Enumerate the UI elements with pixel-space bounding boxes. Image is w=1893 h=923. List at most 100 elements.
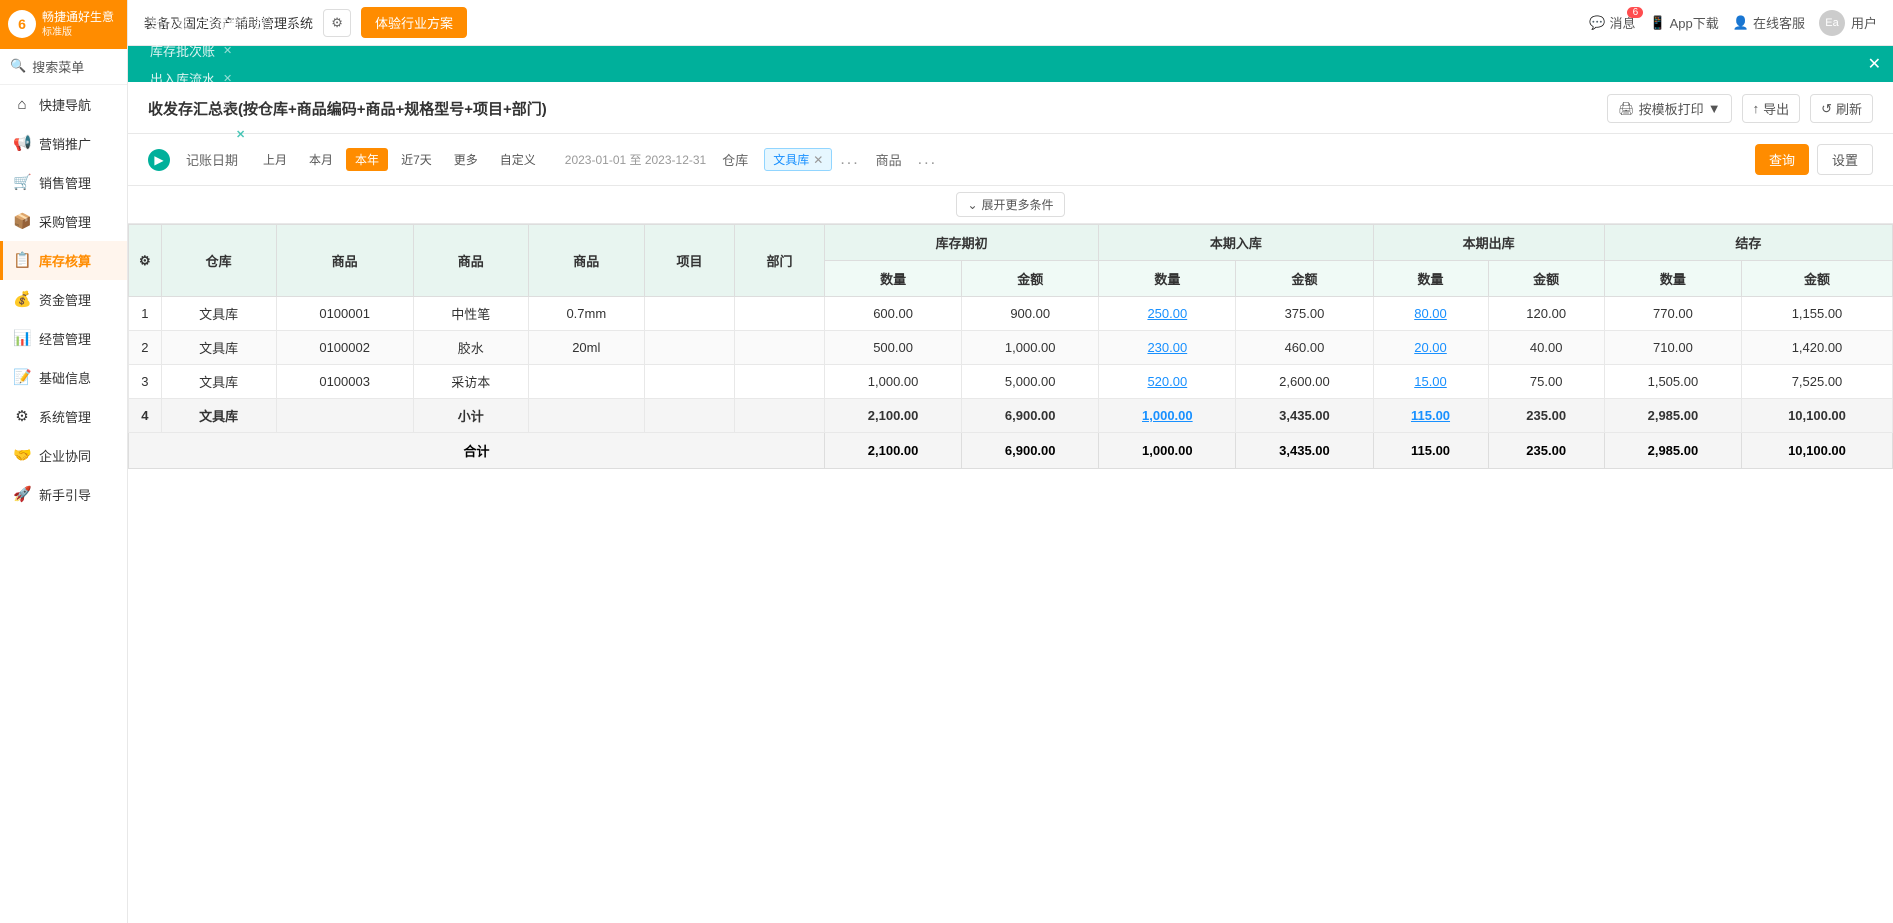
goods-more[interactable]: ...	[918, 151, 937, 169]
out-qty-link[interactable]: 20.00	[1414, 340, 1447, 355]
print-button[interactable]: 🖨 按模板打印 ▼	[1607, 94, 1731, 123]
gear-button[interactable]: ⚙	[323, 9, 351, 37]
export-icon: ↑	[1753, 101, 1760, 116]
out-qty-link[interactable]: 80.00	[1414, 306, 1447, 321]
col-out-stock: 本期出库	[1373, 225, 1604, 261]
col-project: 项目	[644, 225, 734, 297]
cell-warehouse: 文具库	[161, 399, 276, 433]
warehouse-tag-remove[interactable]: ✕	[813, 153, 823, 167]
col-out-amt: 金额	[1488, 261, 1604, 297]
filter-toggle[interactable]: ▶	[148, 149, 170, 171]
cell-open-amt: 900.00	[962, 297, 1099, 331]
tab-inventory-dist[interactable]: 现存量（库存分布表）✕	[136, 8, 311, 36]
date-filter-label: 记账日期	[186, 150, 238, 169]
warehouse-filter: 文具库 ✕ ...	[764, 148, 859, 171]
online-service-item[interactable]: 👤 在线客服	[1733, 13, 1805, 32]
date-btn-自定义[interactable]: 自定义	[491, 148, 545, 171]
sidebar-item-inventory[interactable]: 📋 库存核算	[0, 241, 127, 280]
sidebar-item-system[interactable]: ⚙ 系统管理	[0, 397, 127, 436]
date-btn-更多[interactable]: 更多	[445, 148, 487, 171]
tab-close-stock-summary[interactable]: ✕	[236, 128, 245, 141]
sidebar-item-finance[interactable]: 💰 资金管理	[0, 280, 127, 319]
message-item[interactable]: 💬 消息 6	[1589, 13, 1635, 32]
out-qty-link[interactable]: 15.00	[1414, 374, 1447, 389]
in-qty-link[interactable]: 520.00	[1147, 374, 1187, 389]
cell-code: 0100003	[276, 365, 413, 399]
table-settings-icon[interactable]: ⚙	[129, 225, 162, 297]
page-actions: 🖨 按模板打印 ▼ ↑ 导出 ↺ 刷新	[1607, 94, 1873, 123]
app-download-item[interactable]: 📱 App下载	[1649, 13, 1718, 32]
cell-code: 0100001	[276, 297, 413, 331]
warehouse-tag[interactable]: 文具库 ✕	[764, 148, 832, 171]
app-label: App下载	[1670, 13, 1719, 32]
sidebar: 6 畅捷通好生意 标准版 🔍 搜索菜单 ⌂ 快捷导航 📢 营销推广 🛒 销售管理…	[0, 0, 128, 923]
top-header: 装备及固定资产辅助管理系统 ⚙ 体验行业方案 💬 消息 6 📱 App下载 👤 …	[128, 0, 1893, 46]
col-open-qty: 数量	[825, 261, 962, 297]
header-right: 💬 消息 6 📱 App下载 👤 在线客服 Ea 用户	[1589, 10, 1877, 36]
date-btn-近7天[interactable]: 近7天	[392, 148, 441, 171]
cell-no: 2	[129, 331, 162, 365]
cell-dept	[734, 331, 824, 365]
cell-bal-qty: 710.00	[1604, 331, 1741, 365]
trial-button[interactable]: 体验行业方案	[361, 7, 467, 38]
main-content: 装备及固定资产辅助管理系统 ⚙ 体验行业方案 💬 消息 6 📱 App下载 👤 …	[128, 0, 1893, 923]
expand-button[interactable]: ⌄ 展开更多条件	[956, 192, 1064, 217]
sidebar-item-sales[interactable]: 🛒 销售管理	[0, 163, 127, 202]
table-row: 3 文具库 0100003 采访本 1,000.00 5,000.00 520.…	[129, 365, 1893, 399]
user-item[interactable]: Ea 用户	[1819, 10, 1877, 36]
cell-project	[644, 399, 734, 433]
cell-no: 1	[129, 297, 162, 331]
cell-warehouse: 文具库	[161, 297, 276, 331]
search-menu[interactable]: 🔍 搜索菜单	[0, 49, 127, 85]
tab-close-in-out-flow[interactable]: ✕	[223, 72, 232, 85]
sidebar-item-basic[interactable]: 📝 基础信息	[0, 358, 127, 397]
sidebar-item-newbie[interactable]: 🚀 新手引导	[0, 475, 127, 514]
in-qty-link[interactable]: 1,000.00	[1142, 408, 1193, 423]
query-button[interactable]: 查询	[1755, 144, 1809, 175]
nav-label-purchase: 采购管理	[39, 212, 91, 231]
filter-settings-button[interactable]: 设置	[1817, 144, 1873, 175]
cell-bal-qty: 1,505.00	[1604, 365, 1741, 399]
cell-out-amt: 235.00	[1488, 399, 1604, 433]
tab-close-in-out-summary[interactable]: ✕	[223, 100, 232, 113]
sidebar-item-marketing[interactable]: 📢 营销推广	[0, 124, 127, 163]
sidebar-item-enterprise[interactable]: 🤝 企业协同	[0, 436, 127, 475]
sidebar-item-operation[interactable]: 📊 经营管理	[0, 319, 127, 358]
refresh-button[interactable]: ↺ 刷新	[1810, 94, 1873, 123]
cell-spec: 20ml	[528, 331, 644, 365]
tab-bar-close[interactable]: ✕	[1864, 54, 1885, 74]
nav-label-quick-nav: 快捷导航	[39, 95, 91, 114]
tab-home[interactable]: 首页	[136, 0, 311, 8]
warehouse-more[interactable]: ...	[840, 151, 859, 169]
in-qty-link[interactable]: 230.00	[1147, 340, 1187, 355]
print-label: 按模板打印	[1639, 99, 1704, 118]
sidebar-item-quick-nav[interactable]: ⌂ 快捷导航	[0, 85, 127, 124]
export-button[interactable]: ↑ 导出	[1742, 94, 1801, 123]
sidebar-logo[interactable]: 6 畅捷通好生意 标准版	[0, 0, 127, 49]
tab-batch-account[interactable]: 库存批次账✕	[136, 36, 311, 64]
cell-bal-amt: 7,525.00	[1741, 365, 1892, 399]
nav-label-inventory: 库存核算	[39, 251, 91, 270]
cell-open-amt: 6,900.00	[962, 399, 1099, 433]
in-qty-link[interactable]: 250.00	[1147, 306, 1187, 321]
footer-out-amt: 235.00	[1488, 433, 1604, 469]
tab-close-batch-account[interactable]: ✕	[223, 44, 232, 57]
date-btn-本月[interactable]: 本月	[300, 148, 342, 171]
col-bal-amt: 金额	[1741, 261, 1892, 297]
nav-icon-newbie: 🚀	[13, 485, 31, 503]
goods-filter-label: 商品	[876, 150, 902, 169]
cell-project	[644, 365, 734, 399]
nav-label-newbie: 新手引导	[39, 485, 91, 504]
refresh-icon: ↺	[1821, 101, 1832, 117]
tab-close-inventory-dist[interactable]: ✕	[288, 16, 297, 29]
warehouse-tag-text: 文具库	[773, 151, 809, 168]
sidebar-item-purchase[interactable]: 📦 采购管理	[0, 202, 127, 241]
out-qty-link[interactable]: 115.00	[1411, 408, 1450, 423]
nav-label-basic: 基础信息	[39, 368, 91, 387]
date-btn-本年[interactable]: 本年	[346, 148, 388, 171]
cell-in-qty: 230.00	[1099, 331, 1236, 365]
col-in-amt: 金额	[1236, 261, 1373, 297]
date-btn-上月[interactable]: 上月	[254, 148, 296, 171]
col-name: 商品	[413, 225, 528, 297]
nav-icon-operation: 📊	[13, 329, 31, 347]
